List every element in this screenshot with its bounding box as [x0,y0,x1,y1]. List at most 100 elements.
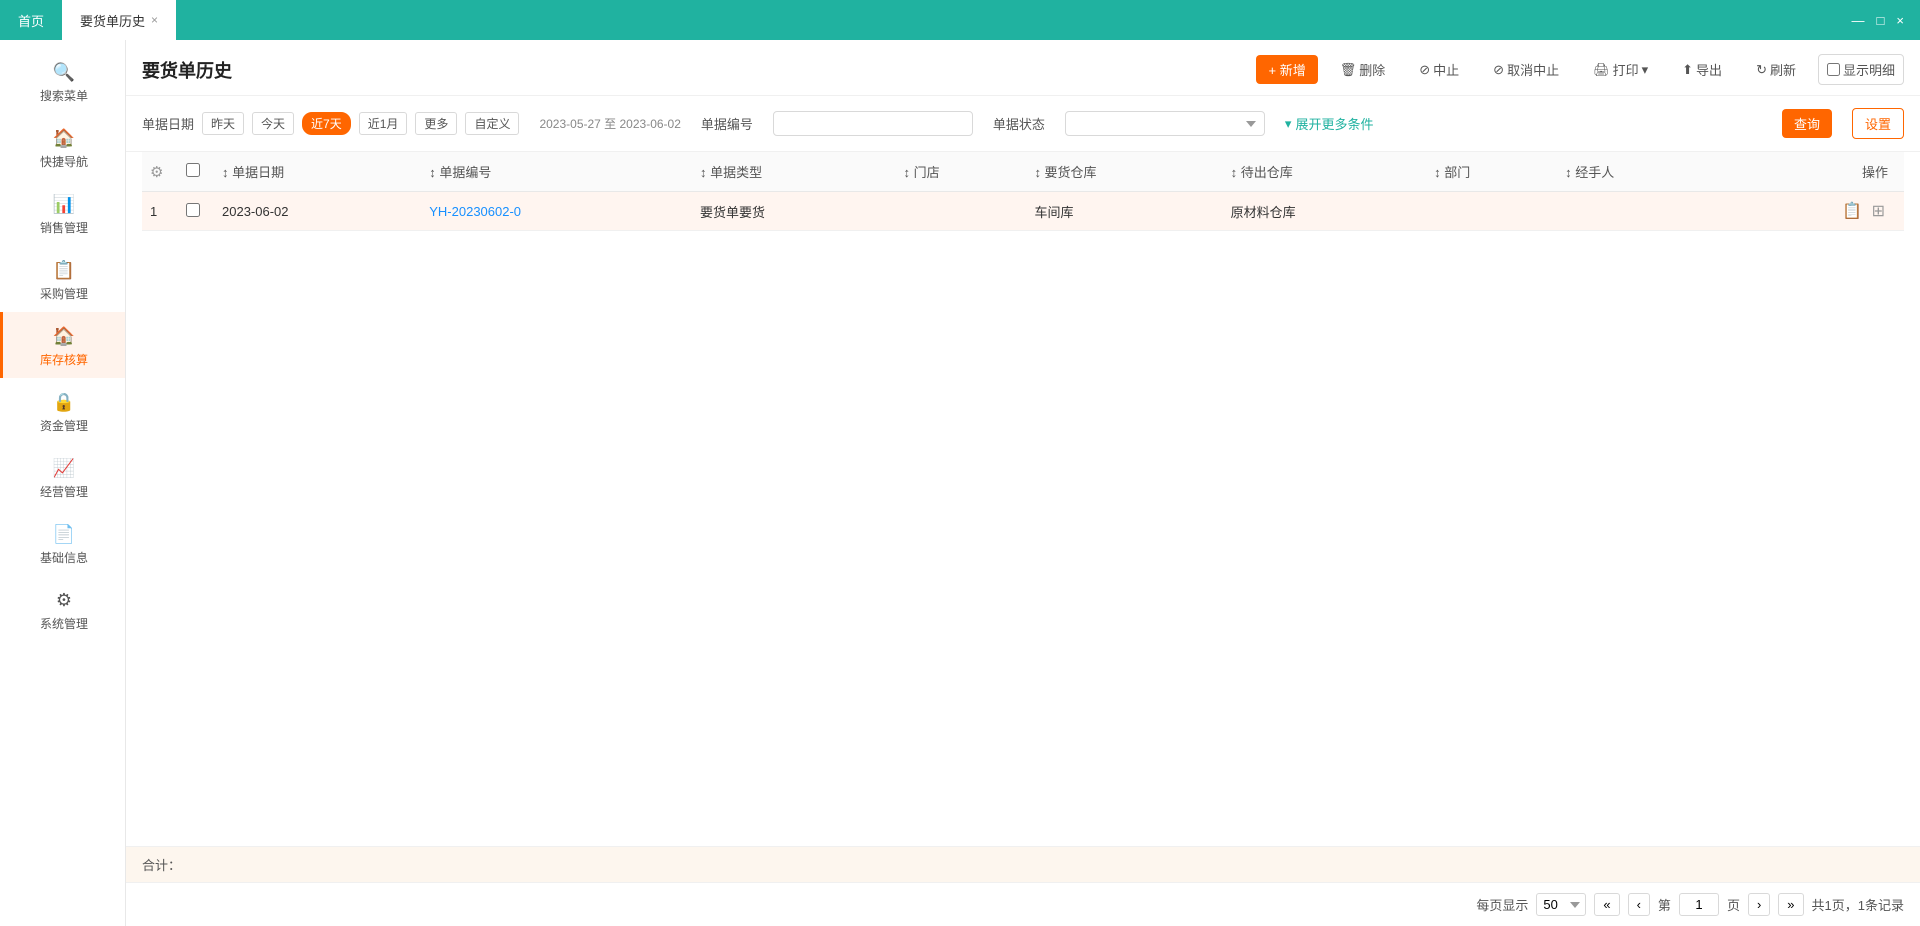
tab-active[interactable]: 要货单历史 × [62,0,176,40]
col-req-warehouse-label: ↕ 要货仓库 [1034,165,1096,180]
refresh-label: 刷新 [1770,60,1796,79]
date-btn-today[interactable]: 今天 [252,112,294,135]
window-maximize[interactable]: □ [1877,13,1885,28]
refresh-button[interactable]: ↻ 刷新 [1744,55,1808,84]
next-page-button[interactable]: › [1748,893,1770,916]
expand-icon: ▾ [1285,116,1292,132]
print-arrow-icon: ▾ [1642,62,1649,78]
per-page-select[interactable]: 50 100 [1536,893,1586,916]
col-store-label: ↕ 门店 [904,165,940,180]
page-label-end: 页 [1727,895,1740,914]
add-button[interactable]: + 新增 [1256,55,1317,84]
basic-info-icon: 📄 [53,524,75,545]
export-label: 导出 [1696,60,1722,79]
table-header-row: ⚙ ↕ 单据日期 ↕ 单据编号 ↕ 单据类型 ↕ 门店 ↕ 要货仓库 ↕ 待出仓… [142,152,1904,192]
window-close[interactable]: × [1896,13,1904,28]
print-button[interactable]: 🖨 打印 ▾ [1581,55,1660,84]
export-button[interactable]: ⬆ 导出 [1670,55,1734,84]
row-delete-button[interactable]: ⊞ [1869,201,1888,221]
col-handler: ↕ 经手人 [1557,152,1721,192]
col-department: ↕ 部门 [1426,152,1557,192]
col-settings: ⚙ [142,152,178,192]
sidebar-item-quick-nav[interactable]: 🏠 快捷导航 [0,114,125,180]
sidebar-item-search-menu[interactable]: 🔍 搜索菜单 [0,48,125,114]
expand-filter-button[interactable]: ▾ 展开更多条件 [1285,114,1374,133]
purchase-icon: 📋 [53,260,75,281]
operations-icon: 📈 [53,458,75,479]
table-body: 1 2023-06-02 YH-20230602-0 要货单要货 车间库 原材料… [142,192,1904,231]
settings-button[interactable]: 设置 [1852,108,1904,139]
sidebar-item-finance[interactable]: 🔒 资金管理 [0,378,125,444]
main-content: 要货单历史 + 新增 🗑 删除 ⊘ 中止 ⊘ 取消中止 🖨 打印 [126,40,1920,926]
sidebar-item-sales[interactable]: 📊 销售管理 [0,180,125,246]
prev-page-button[interactable]: ‹ [1628,893,1650,916]
row-type: 要货单要货 [692,192,896,231]
delete-button[interactable]: 🗑 删除 [1328,55,1398,84]
filter-row-1: 单据日期 昨天 今天 近7天 近1月 更多 自定义 2023-05-27 至 2… [142,108,1904,139]
date-label: 单据日期 [142,114,194,133]
row-handler [1557,192,1721,231]
sidebar-item-basic-info[interactable]: 📄 基础信息 [0,510,125,576]
date-range-display: 2023-05-27 至 2023-06-02 [539,115,680,132]
row-req-warehouse: 车间库 [1026,192,1222,231]
tab-active-label: 要货单历史 [80,11,145,30]
sidebar-item-label: 采购管理 [40,285,88,302]
data-table: ⚙ ↕ 单据日期 ↕ 单据编号 ↕ 单据类型 ↕ 门店 ↕ 要货仓库 ↕ 待出仓… [142,152,1904,231]
col-store: ↕ 门店 [896,152,1027,192]
row-select-checkbox[interactable] [186,203,200,217]
cancel-suspend-icon: ⊘ [1493,62,1504,78]
col-checkbox [178,152,214,192]
date-btn-1month[interactable]: 近1月 [359,112,408,135]
row-index: 1 [142,192,178,231]
per-page-label: 每页显示 [1476,895,1528,914]
sidebar-item-label: 基础信息 [40,549,88,566]
date-btn-7days[interactable]: 近7天 [302,112,351,135]
date-btn-more[interactable]: 更多 [415,112,457,135]
display-detail-checkbox[interactable] [1827,63,1840,76]
date-filter: 单据日期 昨天 今天 近7天 近1月 更多 自定义 [142,112,519,135]
expand-label: 展开更多条件 [1295,114,1373,133]
sidebar-item-inventory[interactable]: 🏠 库存核算 [0,312,125,378]
cancel-suspend-button[interactable]: ⊘ 取消中止 [1481,55,1571,84]
row-actions: 📋 ⊞ [1721,192,1904,231]
doc-status-select[interactable] [1065,111,1265,136]
first-page-button[interactable]: « [1594,893,1619,916]
col-number: ↕ 单据编号 [421,152,692,192]
total-info: 共1页，1条记录 [1812,895,1904,914]
col-type: ↕ 单据类型 [692,152,896,192]
layout: 🔍 搜索菜单 🏠 快捷导航 📊 销售管理 📋 采购管理 🏠 库存核算 🔒 资金管… [0,40,1920,926]
select-all-checkbox[interactable] [186,163,200,177]
date-btn-yesterday[interactable]: 昨天 [202,112,244,135]
sidebar-item-system[interactable]: ⚙ 系统管理 [0,576,125,642]
display-detail-toggle[interactable]: 显示明细 [1818,54,1904,85]
top-bar: 首页 要货单历史 × — □ × [0,0,1920,40]
tab-home[interactable]: 首页 [0,0,62,40]
window-minimize[interactable]: — [1852,13,1865,28]
date-btn-custom[interactable]: 自定义 [465,112,519,135]
row-number: YH-20230602-0 [421,192,692,231]
delete-icon: 🗑 [1340,62,1357,78]
table-footer: 合计： [126,846,1920,882]
row-store [896,192,1027,231]
row-edit-button[interactable]: 📋 [1839,201,1865,221]
last-page-button[interactable]: » [1778,893,1803,916]
tab-close-icon[interactable]: × [151,13,158,27]
page-number-input[interactable] [1679,893,1719,916]
sidebar: 🔍 搜索菜单 🏠 快捷导航 📊 销售管理 📋 采购管理 🏠 库存核算 🔒 资金管… [0,40,126,926]
display-detail-label: 显示明细 [1843,60,1895,79]
row-number-link[interactable]: YH-20230602-0 [429,204,521,219]
row-date: 2023-06-02 [214,192,421,231]
col-department-label: ↕ 部门 [1434,165,1470,180]
sidebar-item-label: 系统管理 [40,615,88,632]
system-icon: ⚙ [56,590,72,611]
doc-number-input[interactable] [773,111,973,136]
delete-label: 删除 [1359,60,1385,79]
sidebar-item-purchase[interactable]: 📋 采购管理 [0,246,125,312]
sidebar-item-operations[interactable]: 📈 经营管理 [0,444,125,510]
suspend-icon: ⊘ [1419,62,1430,78]
col-pending-warehouse-label: ↕ 待出仓库 [1231,165,1293,180]
page-header: 要货单历史 + 新增 🗑 删除 ⊘ 中止 ⊘ 取消中止 🖨 打印 [126,40,1920,96]
table-settings-icon[interactable]: ⚙ [150,164,163,181]
suspend-button[interactable]: ⊘ 中止 [1407,55,1471,84]
query-button[interactable]: 查询 [1782,109,1832,138]
